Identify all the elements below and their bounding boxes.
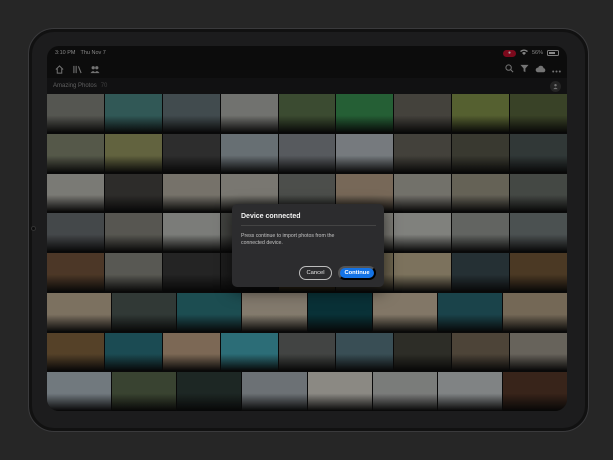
continue-button[interactable]: Continue (338, 266, 376, 280)
dialog-divider (241, 225, 376, 226)
dialog-buttons: Cancel Continue (299, 266, 376, 280)
device-connected-dialog: Device connected Press continue to impor… (232, 204, 384, 287)
dialog-message: Press continue to import photos from the… (241, 233, 335, 246)
ipad-screen: 3:10 PM Thu Nov 7 ● 56% Amazing Photos 7… (47, 46, 567, 411)
dialog-title: Device connected (241, 213, 301, 220)
cancel-button[interactable]: Cancel (299, 266, 332, 280)
stage: 3:10 PM Thu Nov 7 ● 56% Amazing Photos 7… (0, 0, 613, 460)
front-camera (31, 226, 36, 231)
